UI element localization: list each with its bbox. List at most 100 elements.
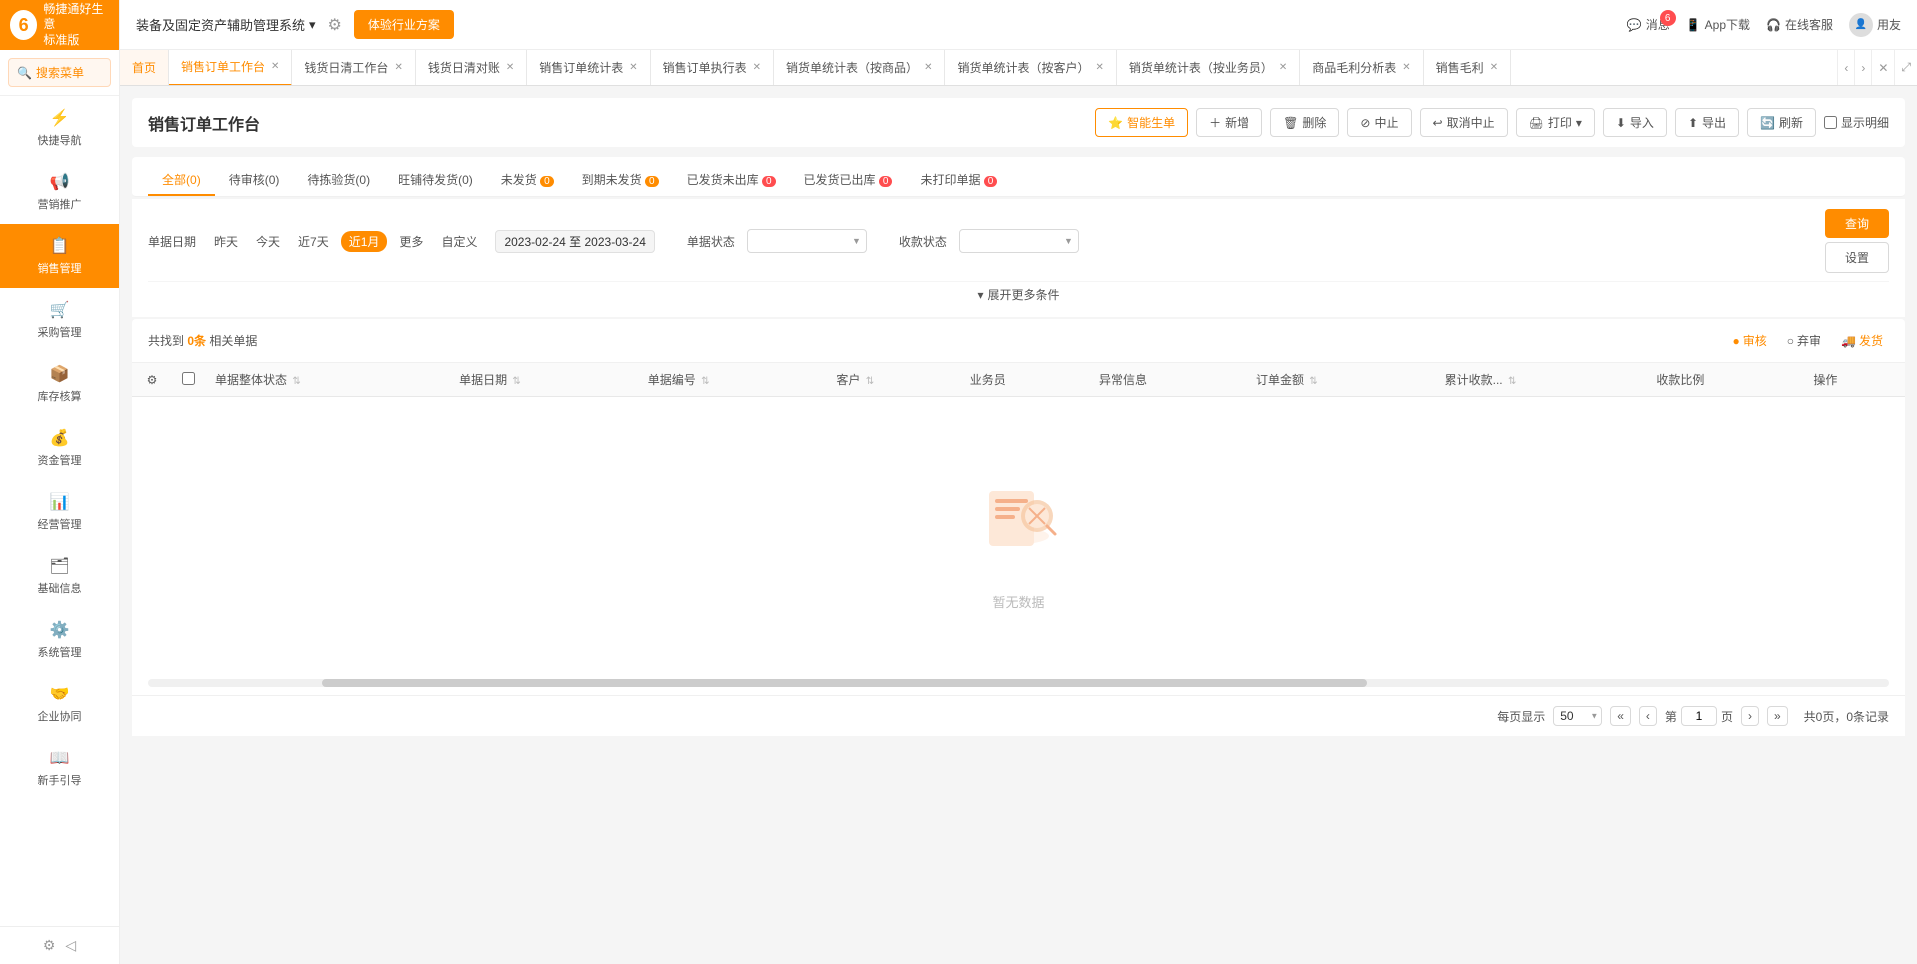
tab-sales-summary-staff[interactable]: 销货单统计表（按业务员） ✕ (1117, 50, 1300, 86)
date-btn-yesterday[interactable]: 昨天 (208, 231, 244, 252)
cancel-stop-button[interactable]: ↩ 取消中止 (1420, 108, 1508, 137)
tab-cash-daily[interactable]: 钱货日清工作台 ✕ (292, 50, 415, 86)
sidebar-item-baseinfo[interactable]: 🗂 基础信息 (0, 544, 119, 608)
subtab-wangpu[interactable]: 旺铺待发货(0) (384, 165, 487, 196)
th-settings[interactable]: ⚙ (132, 363, 172, 397)
tab-close-sales-exec[interactable]: ✕ (753, 62, 761, 73)
tab-close-sales-stats[interactable]: ✕ (629, 62, 637, 73)
tab-scroll-left[interactable]: ‹ (1837, 50, 1854, 86)
th-received[interactable]: 累计收款... ⇅ (1435, 363, 1647, 397)
setting-button[interactable]: 设置 (1825, 242, 1889, 273)
tab-close-sales-profit[interactable]: ✕ (1490, 62, 1498, 73)
search-menu-button[interactable]: 🔍 搜索菜单 (8, 58, 111, 87)
tab-close-sales-summary-staff[interactable]: ✕ (1279, 62, 1287, 73)
smart-create-button[interactable]: ⭐ 智能生单 (1095, 108, 1188, 137)
user-menu[interactable]: 👤 用友 (1849, 13, 1901, 37)
cancel-review-action-button[interactable]: ○ 弃审 (1781, 329, 1827, 352)
date-btn-1month[interactable]: 近1月 (341, 231, 388, 252)
last-page-button[interactable]: » (1767, 706, 1788, 726)
sidebar-item-finance[interactable]: 💰 资金管理 (0, 416, 119, 480)
sidebar-item-cooperation[interactable]: 🤝 企业协同 (0, 672, 119, 736)
subtab-shipped-out[interactable]: 已发货已出库 0 (790, 165, 907, 196)
subtab-pending-inspect[interactable]: 待拣验货(0) (293, 165, 384, 196)
date-btn-more[interactable]: 更多 (393, 231, 429, 252)
payment-select[interactable] (959, 229, 1079, 253)
sidebar-item-quicknav[interactable]: ⚡ 快捷导航 (0, 96, 119, 160)
first-page-button[interactable]: « (1610, 706, 1631, 726)
tab-sales-workbench[interactable]: 销售订单工作台 ✕ (169, 50, 292, 86)
prev-page-button[interactable]: ‹ (1639, 706, 1657, 726)
subtab-pending-review[interactable]: 待审核(0) (215, 165, 294, 196)
expand-filter-button[interactable]: ▾ 展开更多条件 (148, 281, 1889, 307)
tab-close-cash-reconcile[interactable]: ✕ (506, 62, 514, 73)
export-button[interactable]: ⬆ 导出 (1675, 108, 1739, 137)
delete-button[interactable]: 🗑 删除 (1270, 108, 1339, 137)
ship-action-button[interactable]: 🚚 发货 (1835, 329, 1889, 352)
tab-sales-exec[interactable]: 销售订单执行表 ✕ (651, 50, 774, 86)
settings-icon[interactable]: ⚙ (328, 15, 342, 35)
th-date[interactable]: 单据日期 ⇅ (449, 363, 638, 397)
online-service-item[interactable]: 🎧 在线客服 (1766, 16, 1833, 33)
tab-sales-summary-product[interactable]: 销货单统计表（按商品） ✕ (774, 50, 945, 86)
tab-home[interactable]: 首页 (120, 50, 169, 86)
date-btn-7days[interactable]: 近7天 (292, 231, 335, 252)
tab-close-sales-summary-customer[interactable]: ✕ (1095, 62, 1103, 73)
tab-close-product-margin[interactable]: ✕ (1402, 62, 1410, 73)
sidebar-item-sales[interactable]: 📋 销售管理 (0, 224, 119, 288)
sidebar-item-system[interactable]: ⚙️ 系统管理 (0, 608, 119, 672)
subtab-overdue[interactable]: 到期未发货 0 (568, 165, 673, 196)
app-download-item[interactable]: 📱 App下载 (1686, 16, 1750, 33)
sidebar-collapse-button[interactable]: ◁ (65, 937, 76, 954)
tab-scroll-right[interactable]: › (1854, 50, 1871, 86)
subtab-not-printed[interactable]: 未打印单据 0 (906, 165, 1011, 196)
tab-product-margin[interactable]: 商品毛利分析表 ✕ (1300, 50, 1423, 86)
sidebar-settings-button[interactable]: ⚙ (43, 937, 56, 954)
date-btn-today[interactable]: 今天 (250, 231, 286, 252)
th-customer[interactable]: 客户 ⇅ (826, 363, 959, 397)
tab-close-sales-summary-product[interactable]: ✕ (924, 62, 932, 73)
select-all-checkbox[interactable] (182, 372, 195, 385)
tab-sales-summary-customer[interactable]: 销货单统计表（按客户） ✕ (945, 50, 1116, 86)
review-action-button[interactable]: ● 审核 (1727, 329, 1773, 352)
logo-char: 6 (19, 15, 29, 36)
status-select[interactable] (747, 229, 867, 253)
tab-close-sales-workbench[interactable]: ✕ (271, 61, 279, 72)
industry-solution-button[interactable]: 体验行业方案 (354, 10, 454, 39)
add-button[interactable]: ＋ 新增 (1196, 108, 1262, 137)
per-page-select[interactable]: 20 50 100 (1553, 706, 1602, 726)
tab-close-cash-daily[interactable]: ✕ (394, 62, 402, 73)
tab-close-all[interactable]: ✕ (1871, 50, 1894, 86)
page-input[interactable] (1681, 706, 1717, 726)
th-amount[interactable]: 订单金额 ⇅ (1246, 363, 1435, 397)
tab-maximize[interactable]: ⤢ (1894, 50, 1917, 86)
message-icon-item[interactable]: 💬 消息 6 (1627, 16, 1670, 33)
th-number[interactable]: 单据编号 ⇅ (638, 363, 827, 397)
th-checkbox[interactable] (172, 363, 205, 397)
system-title-dropdown[interactable]: 装备及固定资产辅助管理系统 ▾ (136, 15, 316, 34)
sidebar-item-guide[interactable]: 📖 新手引导 (0, 736, 119, 800)
tab-sales-profit[interactable]: 销售毛利 ✕ (1424, 50, 1511, 86)
subtab-shipped-not-out[interactable]: 已发货未出库 0 (673, 165, 790, 196)
tab-cash-reconcile[interactable]: 钱货日清对账 ✕ (416, 50, 527, 86)
horizontal-scrollbar[interactable] (148, 679, 1889, 687)
table-scroll-area[interactable]: ⚙ 单据整体状态 ⇅ 单据日期 ⇅ 单据编号 (132, 363, 1905, 397)
search-button[interactable]: 查询 (1825, 209, 1889, 238)
sidebar-item-operations[interactable]: 📊 经营管理 (0, 480, 119, 544)
sidebar-item-marketing[interactable]: 📢 营销推广 (0, 160, 119, 224)
th-status[interactable]: 单据整体状态 ⇅ (205, 363, 449, 397)
scrollbar-thumb[interactable] (322, 679, 1367, 687)
subtab-all[interactable]: 全部(0) (148, 165, 215, 196)
sidebar-item-inventory[interactable]: 📦 库存核算 (0, 352, 119, 416)
import-button[interactable]: ⬇ 导入 (1603, 108, 1667, 137)
date-btn-custom[interactable]: 自定义 (435, 231, 483, 252)
stop-button[interactable]: ⊘ 中止 (1347, 108, 1411, 137)
show-detail-checkbox-label[interactable]: 显示明细 (1824, 114, 1889, 131)
refresh-button[interactable]: 🔄 刷新 (1747, 108, 1816, 137)
print-button[interactable]: 🖨 打印 ▾ (1516, 108, 1595, 137)
tab-sales-stats[interactable]: 销售订单统计表 ✕ (527, 50, 650, 86)
subtab-not-shipped[interactable]: 未发货 0 (487, 165, 568, 196)
next-page-button[interactable]: › (1741, 706, 1759, 726)
filter-area: 单据日期 昨天 今天 近7天 近1月 更多 自定义 2023-02-24 至 2… (132, 199, 1905, 317)
show-detail-checkbox[interactable] (1824, 116, 1837, 129)
sidebar-item-purchase[interactable]: 🛒 采购管理 (0, 288, 119, 352)
